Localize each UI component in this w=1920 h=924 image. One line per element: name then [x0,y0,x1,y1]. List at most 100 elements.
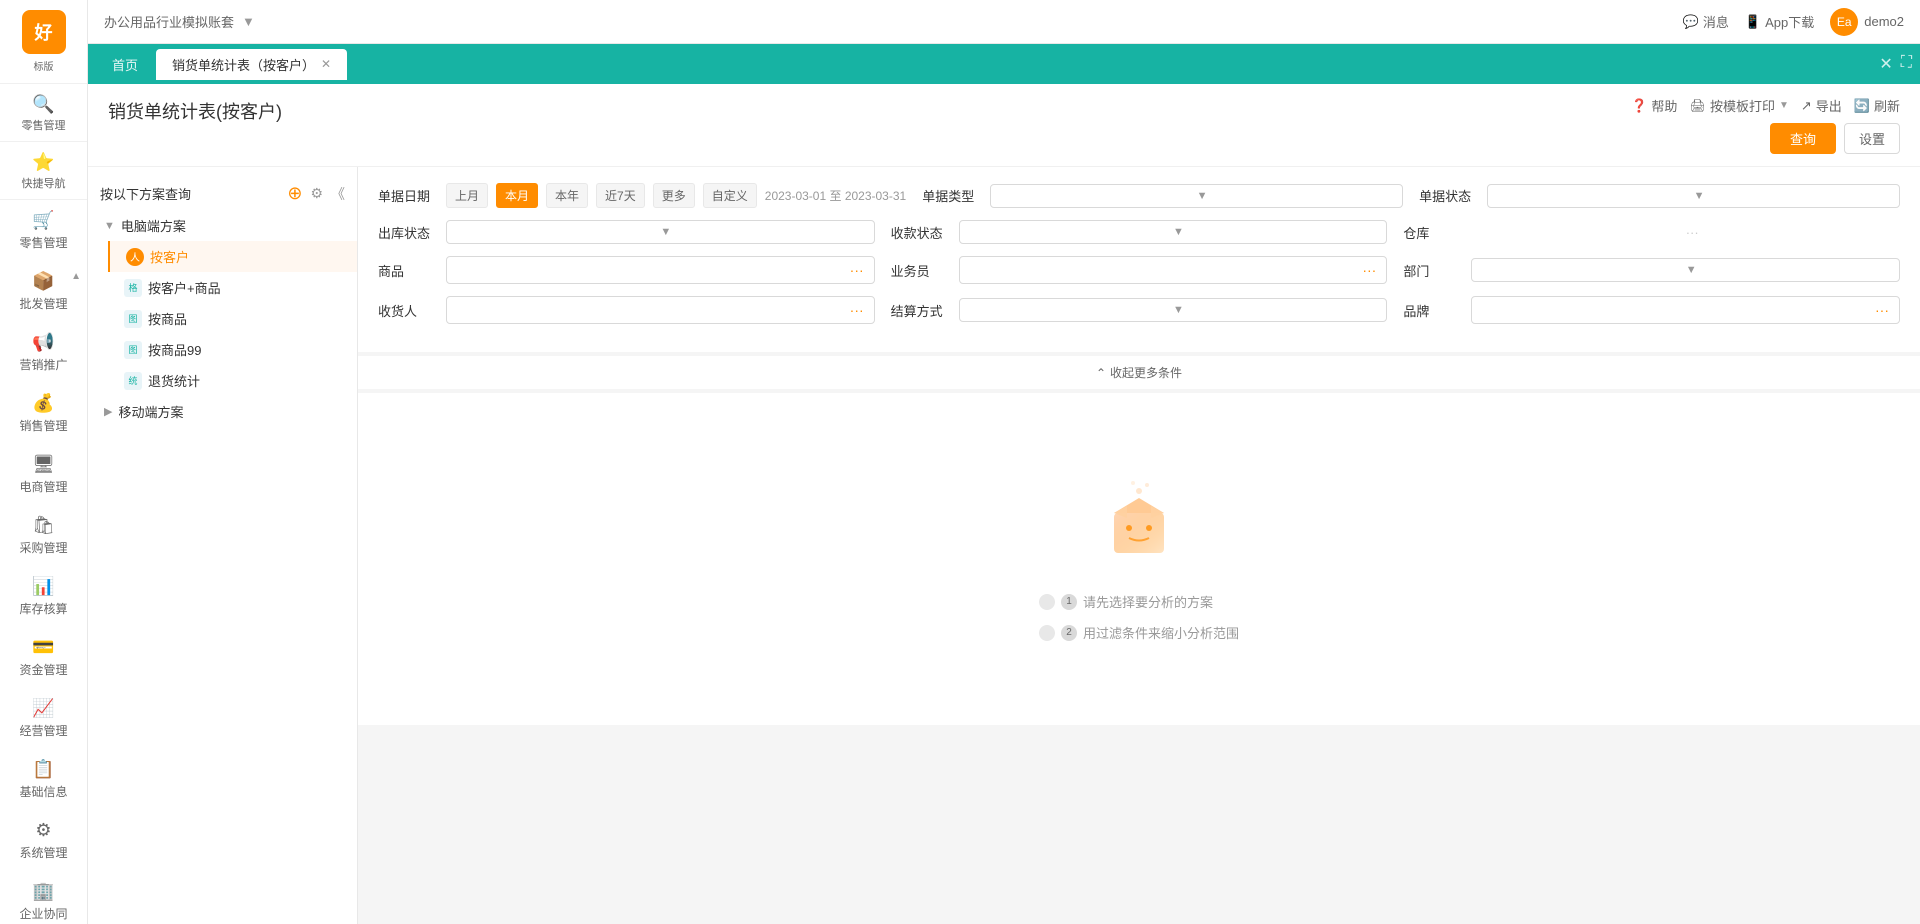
refresh-btn[interactable]: 🔄 刷新 [1854,96,1900,115]
filter-settlement: 结算方式 ▼ [891,298,1388,322]
date-btn-more[interactable]: 更多 [653,183,695,208]
date-btn-last-month[interactable]: 上月 [446,183,488,208]
filter-shipment: 出库状态 ▼ [378,220,875,244]
collapse-bar[interactable]: ⌃ 收起更多条件 [358,356,1920,389]
settings-button[interactable]: 设置 [1844,123,1900,154]
tree-arrow-collapsed-icon: ▶ [104,405,112,418]
warehouse-dots[interactable]: ··· [1686,225,1900,240]
tab-home[interactable]: 首页 [96,49,154,80]
quick-nav-item[interactable]: ⭐ 快捷导航 [0,142,87,200]
warehouse-dropdown[interactable]: ··· [1471,225,1900,240]
date-btn-7days[interactable]: 近7天 [596,183,645,208]
user-area[interactable]: Ea demo2 [1830,8,1904,36]
date-btn-custom[interactable]: 自定义 [703,183,757,208]
template-print-btn[interactable]: 🖨 按模板打印 ▼ [1689,96,1788,115]
sidebar-item-finance[interactable]: 💳 资金管理 [0,627,87,688]
tab-sales-stats[interactable]: 销货单统计表（按客户） ✕ [156,49,347,80]
avatar: Ea [1830,8,1858,36]
wholesale-icon: 📦 [32,271,54,292]
sales-icon: 💰 [32,393,54,414]
add-scheme-btn[interactable]: ⊕ [287,183,302,204]
return-stats-icon: 统 [124,372,142,390]
sidebar-item-ecommerce[interactable]: 🖥 电商管理 [0,444,87,505]
tab-home-label: 首页 [112,55,138,74]
desktop-scheme-toggle[interactable]: ▼ 电脑端方案 [88,210,357,241]
date-btn-this-month[interactable]: 本月 [496,183,538,208]
mobile-scheme-label: 移动端方案 [118,402,183,421]
export-btn[interactable]: ↗ 导出 [1801,96,1842,115]
page-content: 销货单统计表(按客户) ❓ 帮助 🖨 按模板打印 ▼ ↗ 导出 [88,84,1920,924]
scheme-by-product[interactable]: 图 按商品 [108,303,357,334]
sidebar-item-label: 销售管理 [19,417,67,434]
department-dropdown[interactable]: ▼ [1471,258,1900,282]
order-type-dropdown[interactable]: ▼ [990,184,1403,208]
print-dropdown-icon[interactable]: ▼ [1779,100,1789,111]
sidebar-item-enterprise[interactable]: 🏢 企业协同 [0,871,87,924]
sidebar-item-marketing[interactable]: 📢 营销推广 [0,322,87,383]
sidebar-item-basic[interactable]: 📋 基础信息 [0,749,87,810]
mobile-scheme-group: ▶ 移动端方案 [88,396,357,427]
order-status-dropdown[interactable]: ▼ [1487,184,1900,208]
sidebar-menu: 🛒 零售管理 📦 批发管理 ▲ 📢 营销推广 💰 销售管理 🖥 电商管理 🛍 采… [0,200,87,924]
sidebar-item-purchase[interactable]: 🛍 采购管理 [0,505,87,566]
by-product-label: 按商品 [148,309,187,328]
collapse-icon: ⌃ [1096,366,1106,380]
sidebar-item-system[interactable]: ⚙ 系统管理 [0,810,87,871]
date-btn-this-year[interactable]: 本年 [546,183,588,208]
settlement-label: 结算方式 [891,301,951,320]
scheme-by-customer[interactable]: 人 按客户 [108,241,357,272]
product-label: 商品 [378,261,438,280]
scheme-return-stats[interactable]: 统 退货统计 [108,365,357,396]
shipment-dropdown[interactable]: ▼ [446,220,875,244]
sidebar-item-inventory[interactable]: 📊 库存核算 [0,566,87,627]
page-title-area: 销货单统计表(按客户) [88,84,1611,166]
sidebar-item-operation[interactable]: 📈 经营管理 [0,688,87,749]
dropdown-arrow[interactable]: ▼ [242,14,255,29]
receipt-label: 收款状态 [891,223,951,242]
by-product-99-label: 按商品99 [148,340,201,359]
scheme-by-product-99[interactable]: 图 按商品99 [108,334,357,365]
brand-label: 品牌 [1403,301,1463,320]
sidebar-item-sales[interactable]: 💰 销售管理 [0,383,87,444]
maximize-window-icon[interactable]: ⛶ [1901,54,1912,74]
search-menu-item[interactable]: 🔍 零售管理 [0,84,87,142]
sidebar-item-label: 电商管理 [19,478,67,495]
close-window-icon[interactable]: ✕ [1879,54,1892,74]
sidebar-item-retail[interactable]: 🛒 零售管理 [0,200,87,261]
filter-receipt: 收款状态 ▼ [891,220,1388,244]
tree-arrow-icon: ▼ [104,220,115,232]
two-col-layout: 按以下方案查询 ⊕ ⚙ 《 ▼ 电脑端方案 人 [88,167,1920,924]
app-download-btn[interactable]: 📱 App下载 [1745,12,1814,31]
desktop-scheme-label: 电脑端方案 [121,216,186,235]
message-btn[interactable]: 💬 消息 [1683,12,1729,31]
tab-close-btn[interactable]: ✕ [321,57,331,71]
query-button[interactable]: 查询 [1770,123,1836,154]
header-left: 办公用品行业模拟账套 ▼ [104,12,255,31]
sidebar-item-label: 资金管理 [19,661,67,678]
export-label: 导出 [1816,96,1842,115]
scheme-by-customer-product[interactable]: 格 按客户+商品 [108,272,357,303]
finance-icon: 💳 [32,637,54,658]
collapse-panel-btn[interactable]: 《 [331,184,345,204]
help-btn[interactable]: ❓ 帮助 [1631,96,1677,115]
receiver-dots[interactable]: ··· [850,302,864,318]
panel-header-actions: ⊕ ⚙ 《 [287,183,345,204]
receiver-label: 收货人 [378,301,438,320]
settings-scheme-btn[interactable]: ⚙ [310,185,323,202]
by-product-icon: 图 [124,310,142,328]
top-header: 办公用品行业模拟账套 ▼ 💬 消息 📱 App下载 Ea demo2 [88,0,1920,44]
settlement-dropdown[interactable]: ▼ [959,298,1388,322]
sidebar-item-wholesale[interactable]: 📦 批发管理 ▲ [0,261,87,322]
brand-dots[interactable]: ··· [1875,302,1889,318]
order-type-arrow: ▼ [1197,190,1392,202]
mobile-scheme-toggle[interactable]: ▶ 移动端方案 [88,396,357,427]
filter-order-status: 单据状态 ▼ [1419,184,1900,208]
tip-text-2: 用过滤条件来缩小分析范围 [1083,623,1239,642]
date-filter-label: 单据日期 [378,186,438,205]
receipt-dropdown[interactable]: ▼ [959,220,1388,244]
salesperson-dots[interactable]: ··· [1362,262,1376,278]
logo[interactable]: 好 标版 [0,0,87,84]
help-icon: ❓ [1631,98,1647,114]
product-dots[interactable]: ··· [850,262,864,278]
order-status-arrow: ▼ [1694,190,1889,202]
